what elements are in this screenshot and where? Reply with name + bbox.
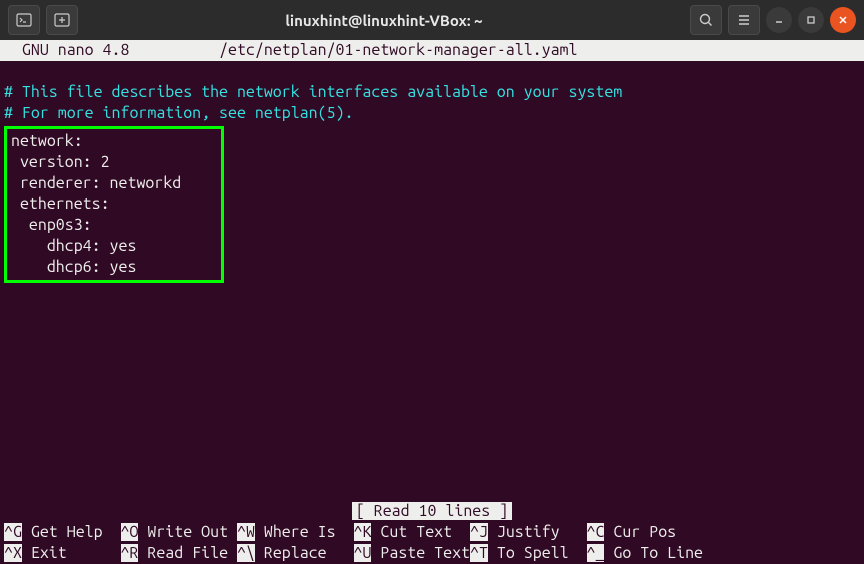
- shortcut-label: Go To Line: [613, 544, 703, 562]
- search-button[interactable]: [690, 5, 722, 35]
- shortcut-label: Write Out: [147, 523, 228, 541]
- yaml-line: version: 2: [11, 153, 110, 171]
- nano-header: GNU nano 4.8 /etc/netplan/01-network-man…: [0, 40, 864, 61]
- maximize-icon: [806, 15, 816, 25]
- maximize-button[interactable]: [798, 7, 824, 33]
- nano-filename: /etc/netplan/01-network-manager-all.yaml: [219, 41, 577, 59]
- shortcut-label: Where Is: [264, 523, 336, 541]
- new-tab-button[interactable]: [46, 5, 78, 35]
- search-icon: [698, 12, 714, 28]
- nano-status-text: [ Read 10 lines ]: [352, 502, 512, 520]
- window-title: linuxhint@linuxhint-VBox: ~: [86, 12, 682, 29]
- nano-shortcuts: ^G Get Help ^O Write Out ^W Where Is ^K …: [0, 522, 864, 564]
- comment-line: # This file describes the network interf…: [4, 83, 622, 101]
- window-titlebar: linuxhint@linuxhint-VBox: ~: [0, 0, 864, 40]
- terminal-icon: [16, 12, 32, 28]
- minimize-icon: [774, 15, 784, 25]
- editor-content: # This file describes the network interf…: [0, 61, 864, 285]
- shortcut-key: ^G: [4, 523, 22, 541]
- terminal-icon-button[interactable]: [8, 5, 40, 35]
- highlighted-yaml-block: network: version: 2 renderer: networkd e…: [4, 126, 224, 283]
- shortcut-key: ^J: [470, 523, 488, 541]
- shortcut-key: ^R: [121, 544, 139, 562]
- shortcut-key: ^T: [470, 544, 488, 562]
- yaml-line: renderer: networkd: [11, 174, 181, 192]
- shortcut-label: To Spell: [497, 544, 569, 562]
- shortcut-key: ^K: [354, 523, 372, 541]
- shortcut-key: ^O: [121, 523, 139, 541]
- comment-line: # For more information, see netplan(5).: [4, 104, 353, 122]
- close-button[interactable]: [830, 7, 856, 33]
- nano-status-bar: [ Read 10 lines ]: [0, 501, 864, 522]
- shortcut-key: ^_: [587, 544, 605, 562]
- shortcut-label: Replace: [264, 544, 327, 562]
- yaml-line: ethernets:: [11, 195, 110, 213]
- shortcut-key: ^C: [587, 523, 605, 541]
- close-icon: [838, 15, 848, 25]
- yaml-line: network:: [11, 132, 83, 150]
- shortcut-key: ^U: [354, 544, 372, 562]
- nano-version: GNU nano 4.8: [4, 41, 129, 59]
- yaml-line: dhcp6: yes: [11, 258, 136, 276]
- terminal-area[interactable]: GNU nano 4.8 /etc/netplan/01-network-man…: [0, 40, 864, 564]
- hamburger-icon: [736, 12, 752, 28]
- plus-icon: [54, 12, 70, 28]
- shortcut-key: ^X: [4, 544, 22, 562]
- yaml-line: enp0s3:: [11, 216, 92, 234]
- minimize-button[interactable]: [766, 7, 792, 33]
- shortcut-key: ^\: [237, 544, 255, 562]
- shortcut-label: Cur Pos: [613, 523, 676, 541]
- titlebar-left: [8, 5, 78, 35]
- shortcut-label: Read File: [147, 544, 228, 562]
- shortcut-key: ^W: [237, 523, 255, 541]
- shortcut-label: Cut Text: [380, 523, 452, 541]
- shortcut-label: Exit: [31, 544, 67, 562]
- titlebar-right: [690, 5, 856, 35]
- shortcut-label: Get Help: [31, 523, 103, 541]
- shortcut-label: Paste Text: [380, 544, 470, 562]
- shortcut-label: Justify: [497, 523, 560, 541]
- menu-button[interactable]: [728, 5, 760, 35]
- yaml-line: dhcp4: yes: [11, 237, 136, 255]
